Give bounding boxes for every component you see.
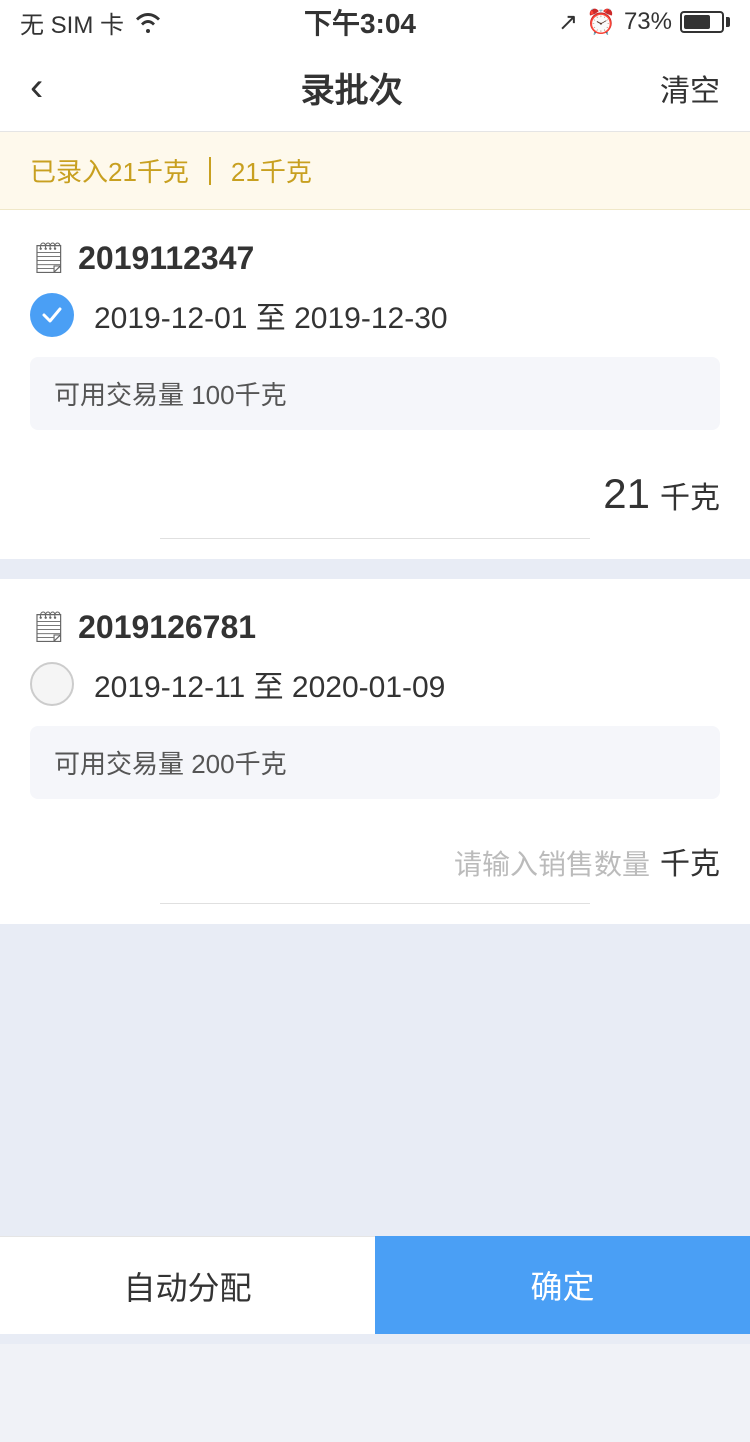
batch2-select-circle[interactable] [30,662,74,706]
batch2-id-row: 🗒 2019126781 [30,609,720,646]
alarm-icon: ⏰ [586,8,616,37]
page-title: 录批次 [301,63,403,112]
batch2-input-unit: 千克 [660,839,720,883]
batch1-check-circle[interactable] [30,293,74,337]
bottom-bar: 自动分配 确定 [0,1236,750,1334]
status-bar-right: ↗ ⏰ 73% [558,8,730,37]
batch1-avail: 可用交易量 100千克 [30,357,720,430]
batch-card-2: 🗒 2019126781 2019-12-11 至 2020-01-09 可用交… [0,579,750,924]
status-bar-left: 无 SIM 卡 [20,5,162,40]
batch2-input-row[interactable]: 请输入销售数量 千克 [0,819,750,903]
batch1-id: 2019112347 [78,240,254,277]
battery-icon [680,11,730,33]
batch1-date-row[interactable]: 2019-12-01 至 2019-12-30 [30,293,720,337]
status-time: 下午3:04 [304,2,416,42]
info-divider [209,157,211,185]
battery-percent: 73% [624,8,672,36]
batch2-date: 2019-12-11 至 2020-01-09 [94,662,445,706]
batch2-doc-icon: 🗒 [30,610,68,645]
batch-card-1: 🗒 2019112347 2019-12-01 至 2019-12-30 可用交… [0,210,750,559]
no-sim-label: 无 SIM 卡 [20,5,124,40]
section-separator [0,559,750,579]
clear-button[interactable]: 清空 [660,66,720,110]
info-banner: 已录入21千克 21千克 [0,132,750,210]
location-icon: ↗ [558,8,578,37]
nav-bar: ‹ 录批次 清空 [0,44,750,132]
wifi-icon [134,11,162,33]
batch1-amount-row: 21 千克 [0,450,750,538]
batch2-input-placeholder: 请输入销售数量 [454,843,650,883]
auto-distribute-button[interactable]: 自动分配 [0,1236,375,1334]
recorded-amount: 已录入21千克 [30,152,189,189]
batch2-date-row[interactable]: 2019-12-11 至 2020-01-09 [30,662,720,706]
batch1-amount-value: 21 [603,470,650,518]
total-amount: 21千克 [231,152,312,189]
batch1-date: 2019-12-01 至 2019-12-30 [94,293,448,337]
batch2-avail: 可用交易量 200千克 [30,726,720,799]
batch1-id-row: 🗒 2019112347 [30,240,720,277]
batch2-id: 2019126781 [78,609,256,646]
back-button[interactable]: ‹ [30,65,43,110]
status-bar: 无 SIM 卡 下午3:04 ↗ ⏰ 73% [0,0,750,44]
confirm-button[interactable]: 确定 [375,1236,750,1334]
batch1-doc-icon: 🗒 [30,241,68,276]
batch1-amount-unit: 千克 [660,473,720,517]
